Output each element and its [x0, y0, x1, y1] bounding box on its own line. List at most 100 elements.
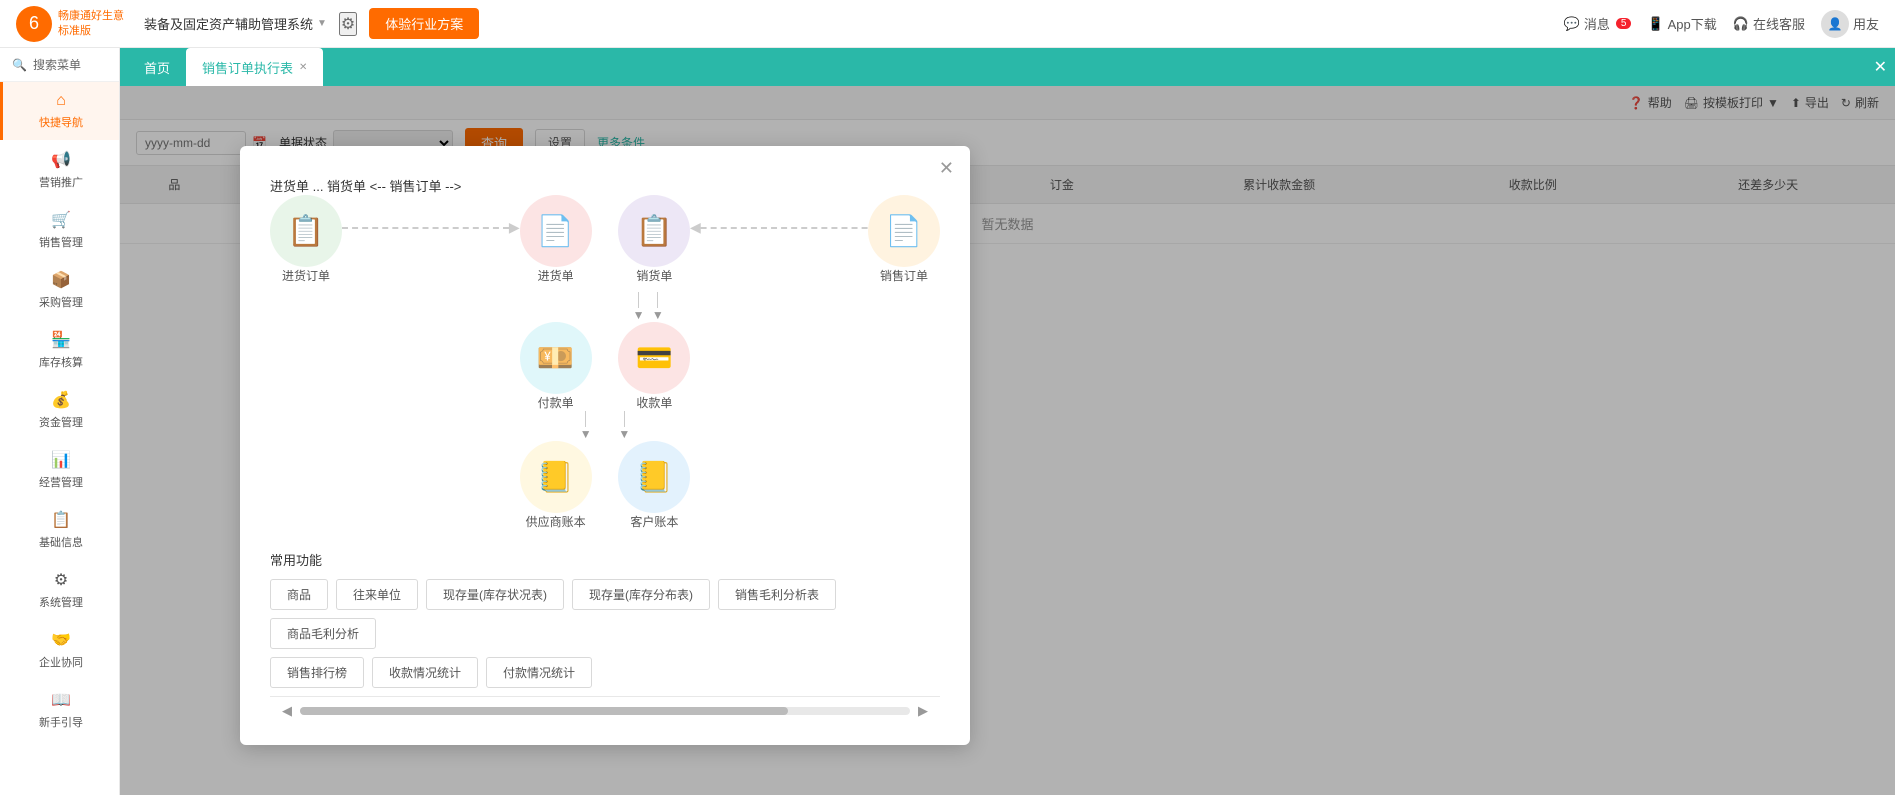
system-icon: ⚙: [54, 570, 68, 590]
avatar: 👤: [1821, 10, 1849, 38]
sidebar-item-enterprise[interactable]: 🤝 企业协同: [0, 620, 119, 680]
trial-button[interactable]: 体验行业方案: [369, 8, 479, 39]
sidebar-item-finance[interactable]: 💰 资金管理: [0, 380, 119, 440]
sidebar-search[interactable]: 🔍 搜索菜单: [0, 48, 119, 82]
phone-icon: 📱: [1647, 16, 1663, 32]
operations-icon: 📊: [51, 450, 71, 470]
supplier-account-circle: 📒: [520, 441, 592, 513]
flow-item-receipt[interactable]: 💳 收款单: [618, 322, 690, 411]
func-btn-stock-status[interactable]: 现存量(库存状况表): [426, 579, 564, 610]
sidebar: 🔍 搜索菜单 ⌂ 快捷导航 📢 营销推广 🛒 销售管理 📦 采购管理 🏪: [0, 48, 120, 795]
sidebar-item-system[interactable]: ⚙ 系统管理: [0, 560, 119, 620]
sales-order-label: 销售订单: [880, 267, 928, 284]
system-dropdown-icon[interactable]: ▼: [317, 18, 327, 29]
sidebar-item-quick-nav[interactable]: ⌂ 快捷导航: [0, 82, 119, 140]
func-buttons-row2: 销售排行榜 收款情况统计 付款情况统计: [270, 657, 940, 688]
purchase-bill-label: 进货单: [538, 267, 574, 284]
purchase-bill-circle: 📄: [520, 195, 592, 267]
flow-item-sales-bill[interactable]: 📋 销货单: [618, 195, 690, 284]
func-btn-product[interactable]: 商品: [270, 579, 328, 610]
func-btn-product-profit[interactable]: 商品毛利分析: [270, 618, 376, 649]
customer-account-label: 客户账本: [630, 513, 678, 530]
modal-close-button[interactable]: ✕: [939, 158, 954, 179]
user-item[interactable]: 👤 用友: [1821, 10, 1879, 38]
settings-button[interactable]: ⚙: [339, 12, 357, 36]
flow-item-sales-order[interactable]: 📄 销售订单: [868, 195, 940, 284]
page-content: ❓ 帮助 🖨 按模板打印 ▼ ⬆ 导出 ↻: [120, 86, 1895, 795]
newbie-icon: 📖: [51, 690, 71, 710]
flow-item-customer-account[interactable]: 📒 客户账本: [618, 441, 690, 530]
basic-info-icon: 📋: [51, 510, 71, 530]
purchase-order-label: 进货订单: [282, 267, 330, 284]
sales-icon: 🛒: [51, 210, 71, 230]
purchase-icon: 📦: [51, 270, 71, 290]
finance-icon: 💰: [51, 390, 71, 410]
flow-section: 进货单 ... 销货单 <-- 销售订单 --> 📋 进货订单: [270, 176, 940, 530]
sidebar-item-marketing[interactable]: 📢 营销推广: [0, 140, 119, 200]
func-btn-payment-stats[interactable]: 付款情况统计: [486, 657, 592, 688]
common-functions: 常用功能 商品 往来单位 现存量(库存状况表) 现存量(库存分布表) 销售毛利分…: [270, 550, 940, 688]
func-btn-sales-rank[interactable]: 销售排行榜: [270, 657, 364, 688]
scroll-thumb: [300, 707, 788, 715]
sidebar-item-sales[interactable]: 🛒 销售管理: [0, 200, 119, 260]
func-btn-receipt-stats[interactable]: 收款情况统计: [372, 657, 478, 688]
arrow-down-sales: ▼: [652, 292, 664, 322]
sales-order-circle: 📄: [868, 195, 940, 267]
flow-item-purchase-bill[interactable]: 📄 进货单: [520, 195, 592, 284]
payment-circle: 💴: [520, 322, 592, 394]
flow-item-purchase-order[interactable]: 📋 进货订单: [270, 195, 342, 284]
scroll-bar-area: ◀ ▶: [270, 696, 940, 725]
app-download-item[interactable]: 📱 App下载: [1647, 14, 1716, 33]
supplier-account-label: 供应商账本: [526, 513, 586, 530]
modal-overlay: ✕ 进货单 ... 销货单 <-- 销售订单 --> 📋: [120, 86, 1895, 795]
headset-icon: 🎧: [1733, 16, 1749, 32]
common-title: 常用功能: [270, 550, 940, 569]
modal-box: ✕ 进货单 ... 销货单 <-- 销售订单 --> 📋: [240, 146, 970, 745]
top-bar: 6 畅康通好生意 标准版 装备及固定资产辅助管理系统 ▼ ⚙ 体验行业方案 💬 …: [0, 0, 1895, 48]
scroll-right-icon[interactable]: ▶: [918, 703, 928, 719]
sidebar-item-basic-info[interactable]: 📋 基础信息: [0, 500, 119, 560]
arrow-down-receipt: ▼: [618, 411, 630, 441]
message-badge: 5: [1616, 18, 1632, 29]
search-icon: 🔍: [12, 58, 27, 72]
online-service-item[interactable]: 🎧 在线客服: [1733, 14, 1805, 33]
func-btn-sales-profit[interactable]: 销售毛利分析表: [718, 579, 836, 610]
tab-home[interactable]: 首页: [128, 48, 186, 86]
purchase-order-circle: 📋: [270, 195, 342, 267]
func-buttons-row1: 商品 往来单位 现存量(库存状况表) 现存量(库存分布表) 销售毛利分析表 商品…: [270, 579, 940, 649]
sidebar-item-operations[interactable]: 📊 经营管理: [0, 440, 119, 500]
tab-close-icon[interactable]: ✕: [299, 62, 307, 73]
close-all-tabs-button[interactable]: ✕: [1874, 57, 1887, 77]
logo-area: 6 畅康通好生意 标准版: [16, 6, 136, 42]
sales-bill-circle: 📋: [618, 195, 690, 267]
flow-item-supplier-account[interactable]: 📒 供应商账本: [520, 441, 592, 530]
logo-icon: 6: [16, 6, 52, 42]
tab-bar: 首页 销售订单执行表 ✕ ✕: [120, 48, 1895, 86]
receipt-circle: 💳: [618, 322, 690, 394]
marketing-icon: 📢: [51, 150, 71, 170]
system-title: 装备及固定资产辅助管理系统 ▼: [144, 14, 331, 33]
sales-bill-label: 销货单: [636, 267, 672, 284]
sidebar-item-newbie[interactable]: 📖 新手引导: [0, 680, 119, 740]
scroll-left-icon[interactable]: ◀: [282, 703, 292, 719]
receipt-label: 收款单: [636, 394, 672, 411]
logo-text: 畅康通好生意 标准版: [58, 9, 124, 38]
sidebar-item-inventory[interactable]: 🏪 库存核算: [0, 320, 119, 380]
main-area: 🔍 搜索菜单 ⌂ 快捷导航 📢 营销推广 🛒 销售管理 📦 采购管理 🏪: [0, 48, 1895, 795]
content-area: 首页 销售订单执行表 ✕ ✕ ❓ 帮助: [120, 48, 1895, 795]
func-btn-partner[interactable]: 往来单位: [336, 579, 418, 610]
inventory-icon: 🏪: [51, 330, 71, 350]
enterprise-icon: 🤝: [51, 630, 71, 650]
tab-sales-order[interactable]: 销售订单执行表 ✕: [186, 48, 323, 86]
scroll-track[interactable]: [300, 707, 910, 715]
message-icon: 💬: [1564, 16, 1580, 32]
message-item[interactable]: 💬 消息 5: [1564, 14, 1632, 33]
func-btn-stock-dist[interactable]: 现存量(库存分布表): [572, 579, 710, 610]
top-bar-right: 💬 消息 5 📱 App下载 🎧 在线客服 👤 用友: [1564, 10, 1879, 38]
customer-account-circle: 📒: [618, 441, 690, 513]
arrow-down-payment: ▼: [580, 411, 592, 441]
home-icon: ⌂: [56, 92, 66, 110]
flow-item-payment[interactable]: 💴 付款单: [520, 322, 592, 411]
payment-label: 付款单: [538, 394, 574, 411]
sidebar-item-purchase[interactable]: 📦 采购管理: [0, 260, 119, 320]
